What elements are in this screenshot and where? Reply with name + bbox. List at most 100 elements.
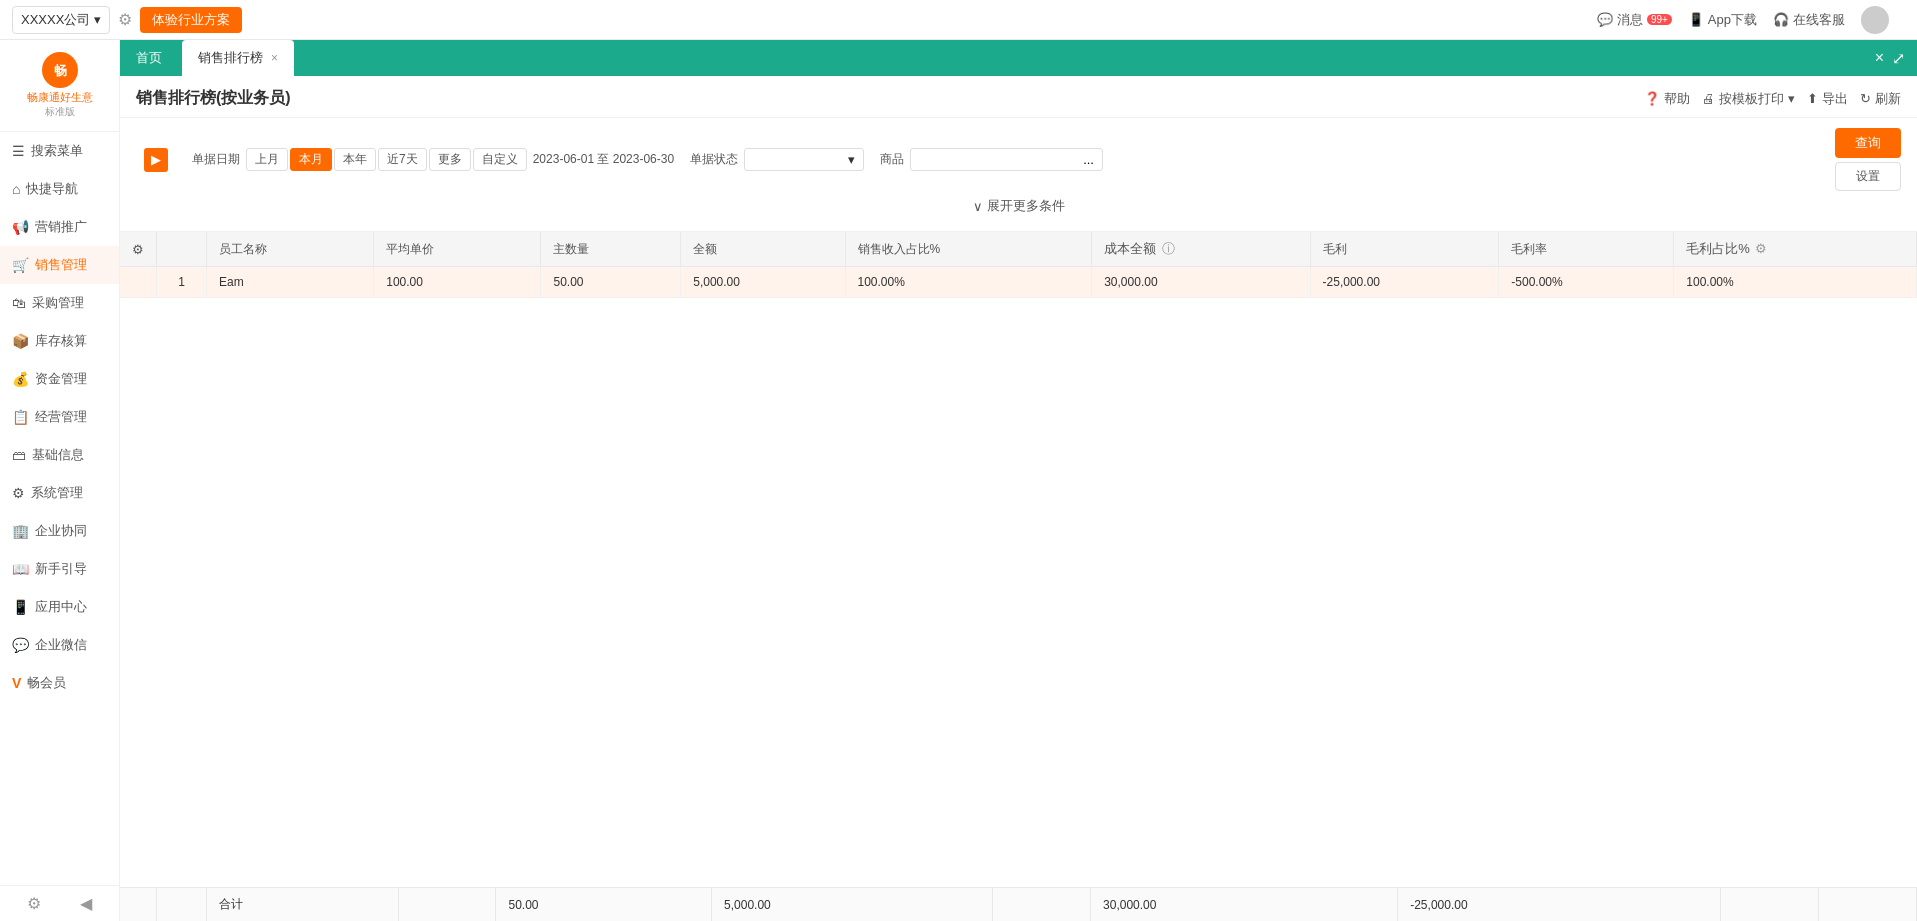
footer-label-cell: 合计 [206,888,398,921]
sidebar-item-marketing[interactable]: 📢 营销推广 [0,208,119,246]
query-btn[interactable]: 查询 [1835,128,1901,158]
enterprise-collab-icon: 🏢 [12,523,29,539]
goods-search-input[interactable] [919,153,1079,167]
date-range-btns: 上月 本月 本年 近7天 更多 自定义 [246,148,527,171]
window-close-btn[interactable]: × [1875,49,1884,67]
sidebar-label-newbie-guide: 新手引导 [35,560,87,578]
content-area: 首页 销售排行榜 × × ⤢ 销售排行榜(按业务员) ❓ 帮助 [120,40,1917,921]
sidebar-item-capital-mgmt[interactable]: 💰 资金管理 [0,360,119,398]
table-footer: 合计 50.00 5,000.00 30,000.00 -25,000.00 [120,887,1917,921]
goods-more-icon: ... [1083,152,1094,167]
print-label: 按模板打印 [1719,90,1784,108]
sidebar-item-inventory[interactable]: 📦 库存核算 [0,322,119,360]
row-rank-cell: 1 [157,267,207,298]
sidebar-item-enterprise-collab[interactable]: 🏢 企业协同 [0,512,119,550]
sidebar-item-system-mgmt[interactable]: ⚙ 系统管理 [0,474,119,512]
row-cost-amount-cell: 30,000.00 [1092,267,1310,298]
gear-settings-icon[interactable]: ⚙ [132,242,144,257]
vip-member-icon: V [12,675,21,691]
status-dropdown-icon: ▾ [848,152,855,167]
sidebar-label-inventory: 库存核算 [35,332,87,350]
tab-active-label: 销售排行榜 [198,49,263,67]
table-body: 1 Eam 100.00 50.00 5,000.00 100.00% 30,0… [120,267,1917,298]
print-dropdown-icon: ▾ [1788,91,1795,106]
date-btn-this-month[interactable]: 本月 [290,148,332,171]
message-item[interactable]: 💬 消息 99+ [1597,11,1672,29]
status-label: 单据状态 [690,151,738,168]
message-icon: 💬 [1597,12,1613,27]
sidebar-item-basic-info[interactable]: 🗃 基础信息 [0,436,119,474]
export-btn[interactable]: ⬆ 导出 [1807,90,1848,108]
sidebar-item-purchase-mgmt[interactable]: 🛍 采购管理 [0,284,119,322]
tab-sales-ranking[interactable]: 销售排行榜 × [182,40,294,76]
logo-icon: 畅 [42,52,78,88]
date-btn-this-year[interactable]: 本年 [334,148,376,171]
th-employee-name: 员工名称 [207,232,374,267]
sidebar-label-enterprise-wechat: 企业微信 [35,636,87,654]
print-template-btn[interactable]: 🖨 按模板打印 ▾ [1702,90,1795,108]
footer-gear-cell [120,888,156,921]
sidebar-item-vip-member[interactable]: V 畅会员 [0,664,119,702]
sidebar-label-vip-member: 畅会员 [27,674,66,692]
tabs-right: × ⤢ [1875,49,1917,68]
expand-label: 展开更多条件 [987,197,1065,215]
app-download-item[interactable]: 📱 App下载 [1688,11,1757,29]
date-btn-custom[interactable]: 自定义 [473,148,527,171]
date-btn-more[interactable]: 更多 [429,148,471,171]
settings-bottom-icon[interactable]: ⚙ [27,894,41,913]
settings-btn[interactable]: 设置 [1835,162,1901,191]
status-filter: 单据状态 ▾ [690,148,864,171]
filter-expand-arrow[interactable]: ▶ [144,148,168,172]
sidebar-item-newbie-guide[interactable]: 📖 新手引导 [0,550,119,588]
marketing-icon: 📢 [12,219,29,235]
th-gear[interactable]: ⚙ [120,232,157,267]
footer-cost-amount-cell: 30,000.00 [1091,888,1398,921]
sidebar-bottom: ⚙ ◀ [0,885,119,921]
tab-home[interactable]: 首页 [120,40,178,76]
sidebar-item-sales-mgmt[interactable]: 🛒 销售管理 [0,246,119,284]
footer-row: 合计 50.00 5,000.00 30,000.00 -25,000.00 [120,888,1917,921]
sidebar-label-operations-mgmt: 经营管理 [35,408,87,426]
date-btn-7days[interactable]: 近7天 [378,148,427,171]
goods-label: 商品 [880,151,904,168]
th-gross-profit-rate: 毛利率 [1499,232,1674,267]
expand-conditions-btn[interactable]: ∨ 展开更多条件 [973,197,1065,215]
sidebar-item-app-center[interactable]: 📱 应用中心 [0,588,119,626]
settings-icon[interactable]: ⚙ [118,10,132,29]
status-select[interactable]: ▾ [744,148,864,171]
trial-btn[interactable]: 体验行业方案 [140,7,242,33]
help-icon: ❓ [1644,91,1660,106]
sidebar-item-quick-nav[interactable]: ⌂ 快捷导航 [0,170,119,208]
logo-sub: 标准版 [45,105,75,119]
app-center-icon: 📱 [12,599,29,615]
footer-sales-rev-pct-cell [993,888,1091,921]
refresh-btn[interactable]: ↻ 刷新 [1860,90,1901,108]
row-sales-rev-pct-cell: 100.00% [845,267,1092,298]
page-header: 销售排行榜(按业务员) ❓ 帮助 🖨 按模板打印 ▾ ⬆ 导出 [120,76,1917,118]
goods-input[interactable]: ... [910,148,1103,171]
sidebar-item-enterprise-wechat[interactable]: 💬 企业微信 [0,626,119,664]
app-download-label: App下载 [1708,11,1757,29]
company-selector[interactable]: XXXXX公司 ▾ [12,6,110,34]
row-gross-profit-pct-cell: 100.00% [1674,267,1917,298]
help-btn[interactable]: ❓ 帮助 [1644,90,1690,108]
help-label: 帮助 [1664,90,1690,108]
online-service-item[interactable]: 🎧 在线客服 [1773,11,1845,29]
window-expand-btn[interactable]: ⤢ [1892,49,1905,68]
date-btn-last-month[interactable]: 上月 [246,148,288,171]
tab-close-btn[interactable]: × [271,51,278,65]
collapse-icon[interactable]: ◀ [80,894,92,913]
online-service-label: 在线客服 [1793,11,1845,29]
expand-down-icon: ∨ [973,199,983,214]
export-label: 导出 [1822,90,1848,108]
footer-avg-price-cell [398,888,496,921]
sidebar-label-app-center: 应用中心 [35,598,87,616]
avatar[interactable] [1861,6,1889,34]
th-avg-price: 平均单价 [374,232,541,267]
headset-icon: 🎧 [1773,12,1789,27]
sidebar-item-search-order[interactable]: ☰ 搜索菜单 [0,132,119,170]
sidebar-item-operations-mgmt[interactable]: 📋 经营管理 [0,398,119,436]
sidebar-label-basic-info: 基础信息 [32,446,84,464]
footer-gross-profit-cell: -25,000.00 [1398,888,1721,921]
th-sales-rev-pct: 销售收入占比% [845,232,1092,267]
